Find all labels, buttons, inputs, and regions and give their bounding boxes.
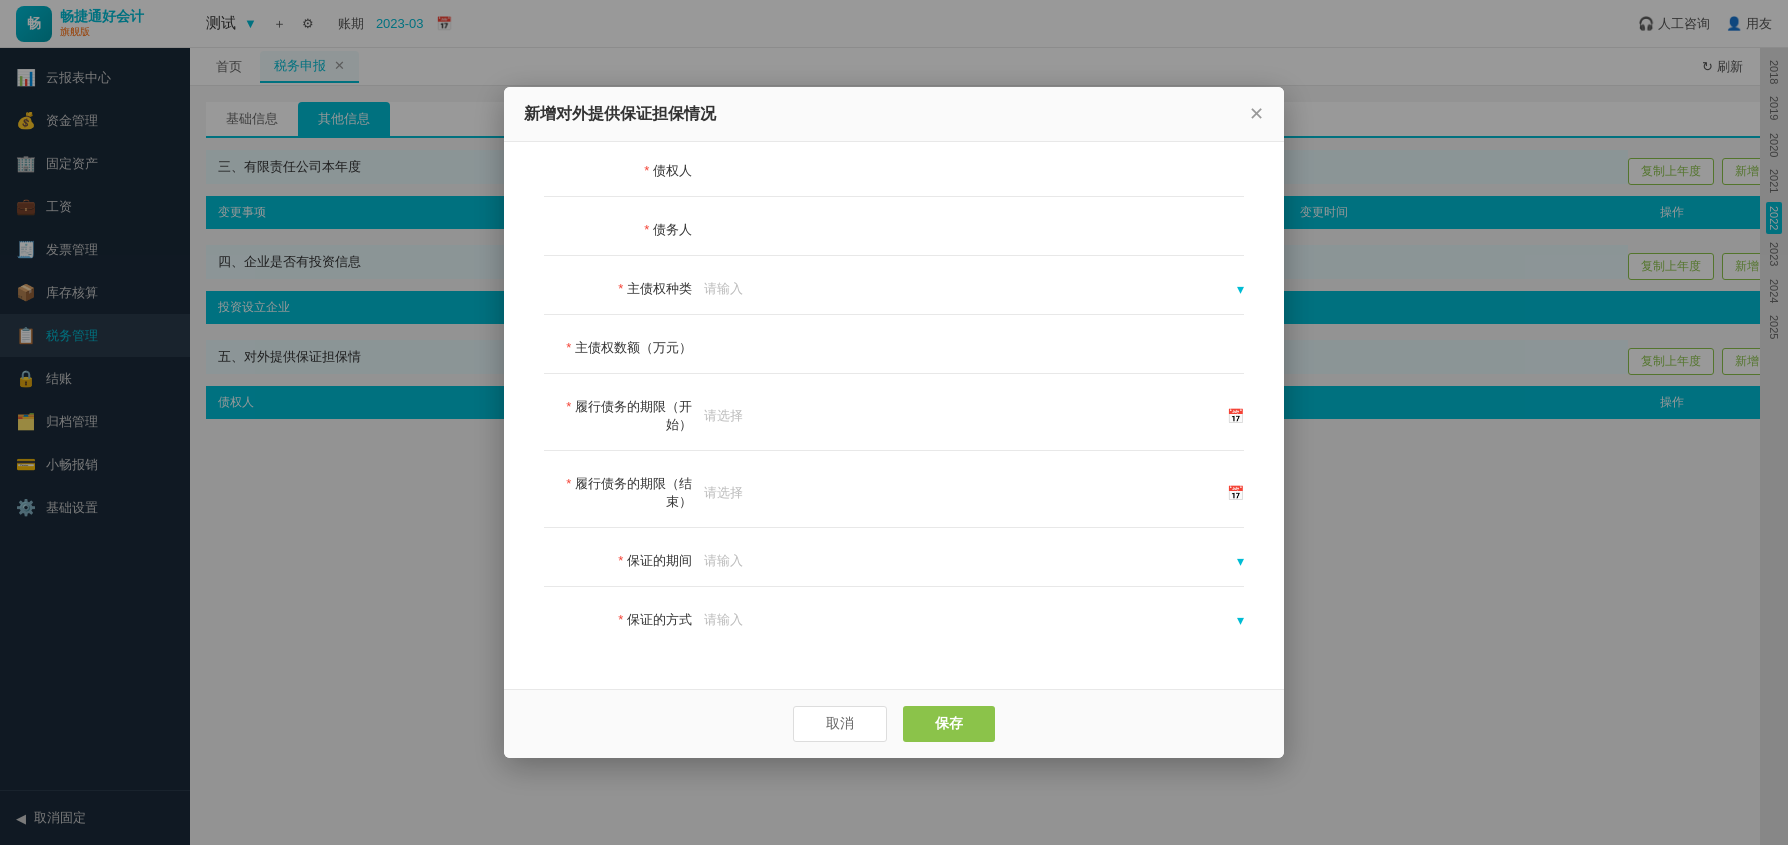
period-start-label: * 履行债务的期限（开始） bbox=[544, 398, 704, 434]
guarantee-method-select[interactable]: 请输入 ▾ bbox=[704, 611, 1244, 629]
dialog-header: 新增对外提供保证担保情况 ✕ bbox=[504, 87, 1284, 142]
add-guarantee-dialog: 新增对外提供保证担保情况 ✕ * 债权人 * 债务人 bbox=[504, 87, 1284, 758]
form-row-claim-amount: * 主债权数额（万元） bbox=[544, 339, 1244, 374]
period-end-label: * 履行债务的期限（结束） bbox=[544, 475, 704, 511]
creditor-input[interactable] bbox=[704, 164, 1244, 179]
form-row-guarantee-method: * 保证的方式 请输入 ▾ bbox=[544, 611, 1244, 645]
form-row-claim-type: * 主债权种类 请输入 ▾ bbox=[544, 280, 1244, 315]
period-end-picker[interactable]: 请选择 📅 bbox=[704, 484, 1244, 502]
claim-amount-label: * 主债权数额（万元） bbox=[544, 339, 704, 357]
claim-type-placeholder: 请输入 bbox=[704, 280, 743, 298]
period-start-picker[interactable]: 请选择 📅 bbox=[704, 407, 1244, 425]
guarantee-period-select[interactable]: 请输入 ▾ bbox=[704, 552, 1244, 570]
dialog-overlay: 新增对外提供保证担保情况 ✕ * 债权人 * 债务人 bbox=[0, 0, 1788, 845]
guarantee-method-chevron-icon: ▾ bbox=[1237, 612, 1244, 628]
form-row-creditor: * 债权人 bbox=[544, 162, 1244, 197]
form-row-debtor: * 债务人 bbox=[544, 221, 1244, 256]
save-button[interactable]: 保存 bbox=[903, 706, 995, 742]
guarantee-period-label: * 保证的期间 bbox=[544, 552, 704, 570]
guarantee-method-label: * 保证的方式 bbox=[544, 611, 704, 629]
dialog-title: 新增对外提供保证担保情况 bbox=[524, 104, 716, 125]
chevron-down-icon: ▾ bbox=[1237, 281, 1244, 297]
dialog-body: * 债权人 * 债务人 * 主债权种类 请输入 bbox=[504, 142, 1284, 689]
debtor-label: * 债务人 bbox=[544, 221, 704, 239]
form-row-period-end: * 履行债务的期限（结束） 请选择 📅 bbox=[544, 475, 1244, 528]
cancel-button[interactable]: 取消 bbox=[793, 706, 887, 742]
dialog-footer: 取消 保存 bbox=[504, 689, 1284, 758]
creditor-label: * 债权人 bbox=[544, 162, 704, 180]
form-row-period-start: * 履行债务的期限（开始） 请选择 📅 bbox=[544, 398, 1244, 451]
calendar-start-icon: 📅 bbox=[1227, 408, 1244, 424]
debtor-input[interactable] bbox=[704, 223, 1244, 238]
guarantee-method-placeholder: 请输入 bbox=[704, 611, 743, 629]
guarantee-period-chevron-icon: ▾ bbox=[1237, 553, 1244, 569]
claim-amount-input[interactable] bbox=[704, 341, 1244, 356]
claim-type-label: * 主债权种类 bbox=[544, 280, 704, 298]
form-row-guarantee-period: * 保证的期间 请输入 ▾ bbox=[544, 552, 1244, 587]
dialog-close-btn[interactable]: ✕ bbox=[1249, 103, 1264, 125]
period-start-placeholder: 请选择 bbox=[704, 407, 743, 425]
period-end-placeholder: 请选择 bbox=[704, 484, 743, 502]
claim-type-select[interactable]: 请输入 ▾ bbox=[704, 280, 1244, 298]
calendar-end-icon: 📅 bbox=[1227, 485, 1244, 501]
guarantee-period-placeholder: 请输入 bbox=[704, 552, 743, 570]
